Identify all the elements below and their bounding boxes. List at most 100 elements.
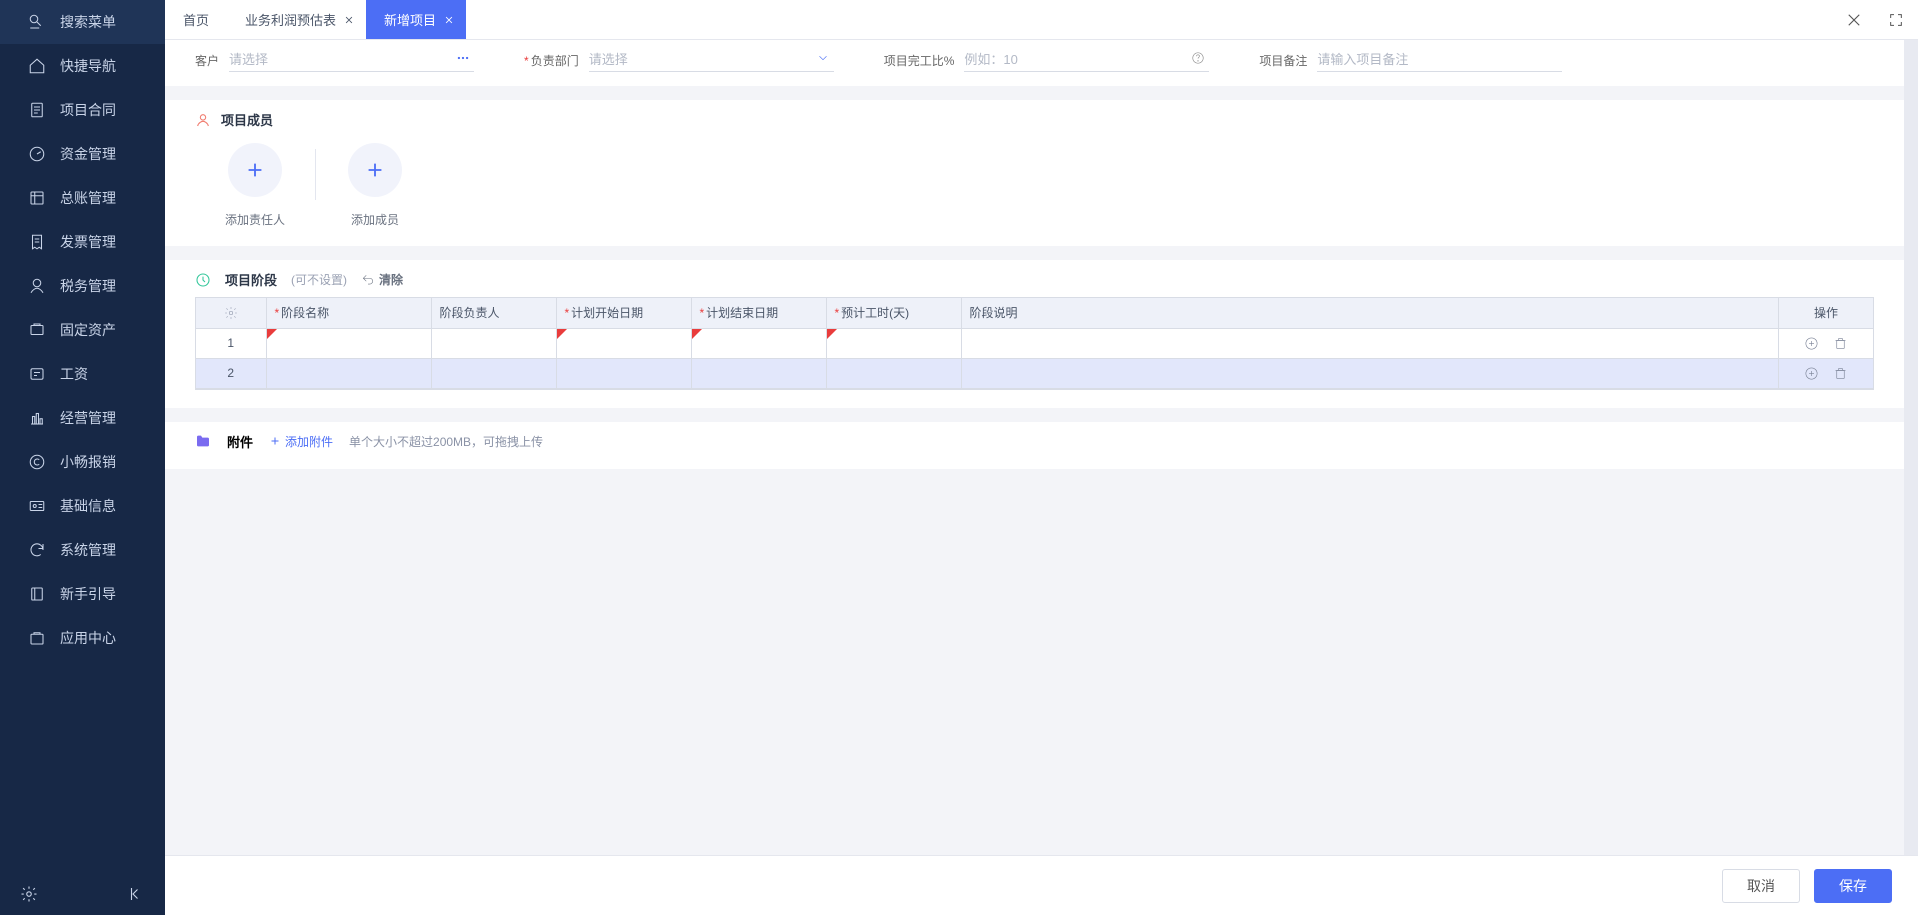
add-row-icon[interactable] xyxy=(1804,336,1819,351)
sidebar-item-label: 项目合同 xyxy=(60,100,116,120)
stage-row[interactable]: 1 xyxy=(196,328,1778,358)
add-attachment-button[interactable]: 添加附件 xyxy=(269,433,333,450)
sidebar-item-app-center[interactable]: 应用中心 xyxy=(0,616,165,660)
salary-icon xyxy=(28,365,46,383)
tab-new-project[interactable]: 新增项目 xyxy=(366,0,466,39)
tab-label: 新增项目 xyxy=(384,10,436,29)
cell-desc[interactable] xyxy=(961,328,1778,358)
dept-select[interactable] xyxy=(589,48,834,72)
sidebar-item-label: 小畅报销 xyxy=(60,452,116,472)
row-number: 1 xyxy=(196,328,266,358)
sidebar-bottom-bar xyxy=(0,875,165,915)
close-icon[interactable] xyxy=(442,13,456,27)
section-title: 项目成员 xyxy=(221,110,273,129)
stage-section: 项目阶段 (可不设置) 清除 * xyxy=(165,260,1904,408)
add-owner-button[interactable] xyxy=(228,143,282,197)
collapse-sidebar-icon[interactable] xyxy=(127,885,145,906)
chevron-down-icon[interactable] xyxy=(816,51,830,70)
logo-c-icon xyxy=(28,453,46,471)
col-settings[interactable] xyxy=(196,298,266,328)
form-item-customer: 客户 xyxy=(195,48,474,72)
clear-stage-button[interactable]: 清除 xyxy=(361,271,403,288)
cell-start[interactable] xyxy=(556,328,691,358)
sidebar-item-label: 总账管理 xyxy=(60,188,116,208)
gauge-icon xyxy=(28,145,46,163)
sidebar-item-asset[interactable]: 固定资产 xyxy=(0,308,165,352)
save-button[interactable]: 保存 xyxy=(1814,869,1892,903)
member-col-owner: 添加责任人 xyxy=(195,143,315,228)
form-item-percent: 项目完工比% xyxy=(884,48,1210,72)
receipt-icon xyxy=(28,233,46,251)
attachment-section: 附件 添加附件 单个大小不超过200MB，可拖拽上传 xyxy=(165,422,1904,469)
cell-hours[interactable] xyxy=(826,358,961,388)
add-row-icon[interactable] xyxy=(1804,366,1819,381)
cell-end[interactable] xyxy=(691,358,826,388)
main-area: 首页 业务利润预估表 新增项目 客户 xyxy=(165,0,1918,915)
stage-table: *阶段名称 阶段负责人 *计划开始日期 *计划结束日期 *预计工时(天) 阶段说… xyxy=(195,297,1874,390)
fullscreen-icon[interactable] xyxy=(1880,4,1912,36)
apps-icon xyxy=(28,629,46,647)
cell-hours[interactable] xyxy=(826,328,961,358)
cancel-button[interactable]: 取消 xyxy=(1722,869,1800,903)
cell-owner[interactable] xyxy=(431,358,556,388)
tabbar-close-all-icon[interactable] xyxy=(1838,4,1870,36)
sidebar-item-label: 新手引导 xyxy=(60,584,116,604)
col-start: *计划开始日期 xyxy=(556,298,691,328)
ellipsis-icon[interactable] xyxy=(456,51,470,70)
sidebar-item-fund[interactable]: 资金管理 xyxy=(0,132,165,176)
footer-bar: 取消 保存 xyxy=(165,855,1918,915)
sidebar-item-guide[interactable]: 新手引导 xyxy=(0,572,165,616)
close-icon[interactable] xyxy=(342,13,356,27)
sidebar-item-label: 系统管理 xyxy=(60,540,116,560)
label-dept: *负责部门 xyxy=(524,52,579,69)
cell-start[interactable] xyxy=(556,358,691,388)
sidebar-item-ledger[interactable]: 总账管理 xyxy=(0,176,165,220)
tab-bar: 首页 业务利润预估表 新增项目 xyxy=(165,0,1918,40)
customer-select[interactable] xyxy=(229,48,474,72)
sidebar-item-system[interactable]: 系统管理 xyxy=(0,528,165,572)
sidebar-item-label: 税务管理 xyxy=(60,276,116,296)
percent-input[interactable] xyxy=(964,48,1209,72)
sidebar-item-project-contract[interactable]: 项目合同 xyxy=(0,88,165,132)
stage-row[interactable]: 2 xyxy=(196,358,1778,388)
sidebar-item-search-menu[interactable]: 搜索菜单 xyxy=(0,0,165,44)
sidebar-item-reimburse[interactable]: 小畅报销 xyxy=(0,440,165,484)
sidebar-item-business[interactable]: 经营管理 xyxy=(0,396,165,440)
label-percent: 项目完工比% xyxy=(884,52,955,69)
cell-name[interactable] xyxy=(266,358,431,388)
col-ops: 操作 xyxy=(1779,298,1873,328)
doc-icon xyxy=(28,101,46,119)
delete-row-icon[interactable] xyxy=(1833,336,1848,351)
cell-owner[interactable] xyxy=(431,328,556,358)
stage-optional-hint: (可不设置) xyxy=(291,271,347,288)
settings-icon[interactable] xyxy=(20,885,38,906)
section-title: 附件 xyxy=(227,432,253,451)
cell-desc[interactable] xyxy=(961,358,1778,388)
form-item-remark: 项目备注 xyxy=(1259,48,1562,72)
delete-row-icon[interactable] xyxy=(1833,366,1848,381)
tab-home[interactable]: 首页 xyxy=(165,0,227,39)
sidebar-item-invoice[interactable]: 发票管理 xyxy=(0,220,165,264)
help-icon[interactable] xyxy=(1191,51,1205,70)
sidebar-item-quick-nav[interactable]: 快捷导航 xyxy=(0,44,165,88)
search-list-icon xyxy=(28,13,46,31)
stage-header-row: *阶段名称 阶段负责人 *计划开始日期 *计划结束日期 *预计工时(天) 阶段说… xyxy=(196,298,1778,328)
sidebar-item-tax[interactable]: 税务管理 xyxy=(0,264,165,308)
add-member-button[interactable] xyxy=(348,143,402,197)
tax-icon xyxy=(28,277,46,295)
chart-icon xyxy=(28,409,46,427)
cell-name[interactable] xyxy=(266,328,431,358)
tab-profit-estimate[interactable]: 业务利润预估表 xyxy=(227,0,366,39)
add-owner-label: 添加责任人 xyxy=(225,211,285,228)
remark-input[interactable] xyxy=(1317,48,1562,72)
cell-end[interactable] xyxy=(691,328,826,358)
tab-label: 首页 xyxy=(183,10,209,29)
tab-label: 业务利润预估表 xyxy=(245,10,336,29)
stage-row-ops xyxy=(1779,358,1873,388)
col-name: *阶段名称 xyxy=(266,298,431,328)
content-scroll[interactable]: 客户 *负责部门 项目完工比% xyxy=(165,40,1918,915)
sidebar-item-salary[interactable]: 工资 xyxy=(0,352,165,396)
sidebar-item-label: 经营管理 xyxy=(60,408,116,428)
home-icon xyxy=(28,57,46,75)
sidebar-item-basic-info[interactable]: 基础信息 xyxy=(0,484,165,528)
